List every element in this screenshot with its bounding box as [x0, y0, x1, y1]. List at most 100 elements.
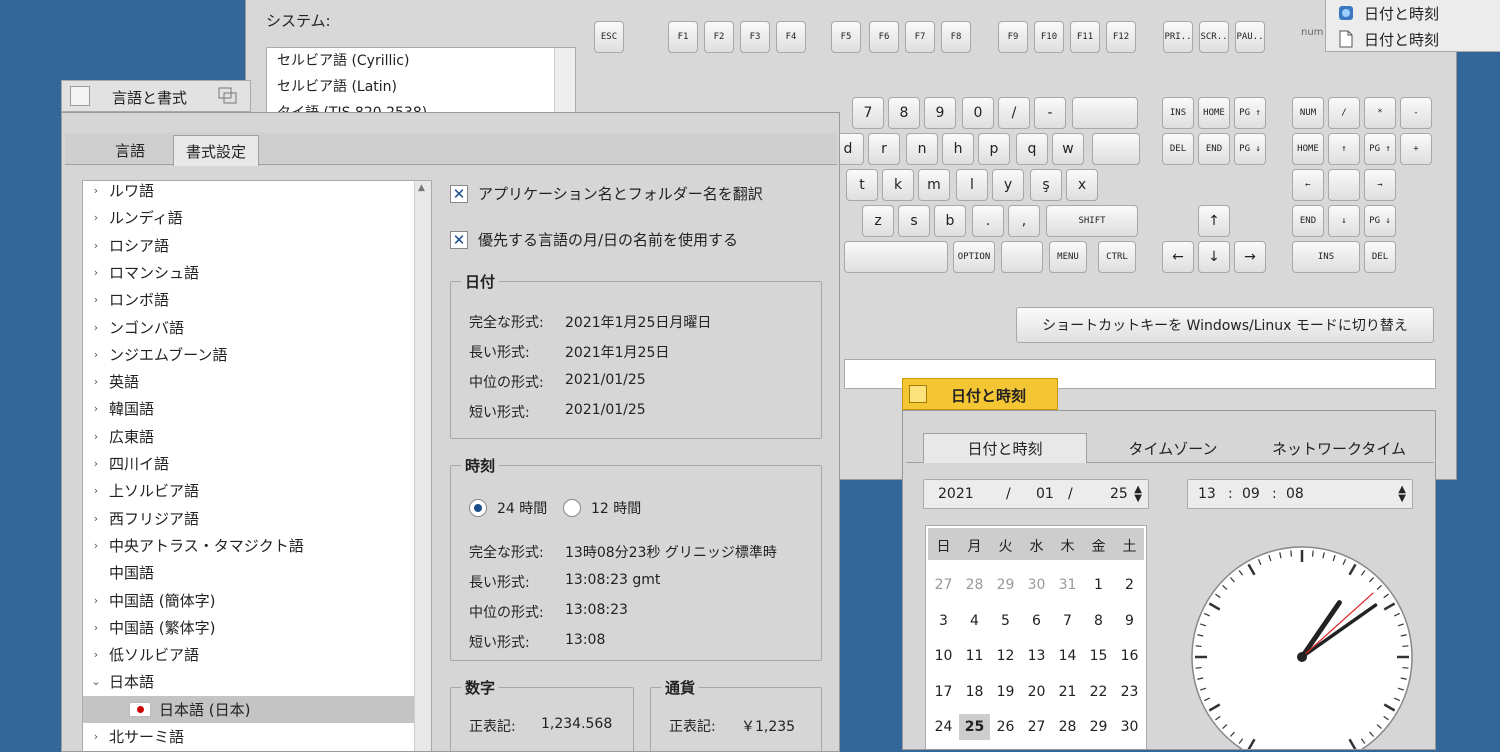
keyboard-key[interactable]: F6: [869, 21, 899, 53]
keyboard-key[interactable]: -: [1034, 97, 1066, 129]
keyboard-key[interactable]: 8: [888, 97, 920, 129]
numpad-key[interactable]: DEL: [1364, 241, 1396, 273]
list-item[interactable]: › ロシア語: [83, 232, 417, 259]
list-item[interactable]: 中国語: [83, 559, 417, 586]
tab-formatting[interactable]: 書式設定: [173, 135, 259, 166]
calendar-day[interactable]: 26: [990, 714, 1021, 740]
date-day[interactable]: 25: [1110, 486, 1128, 502]
calendar-day[interactable]: 3: [928, 608, 959, 634]
keyboard-key[interactable]: F3: [740, 21, 770, 53]
system-layout-list[interactable]: セルビア語 (Cyrillic) セルビア語 (Latin) タイ語 (TIS …: [266, 47, 576, 117]
calendar-day[interactable]: 20: [1021, 679, 1052, 705]
numpad-key[interactable]: PG ↓: [1364, 205, 1396, 237]
date-spinner[interactable]: 2021 / 01 / 25 ▲ ▼: [923, 479, 1149, 509]
list-item[interactable]: › 広東語: [83, 423, 417, 450]
keyboard-key[interactable]: F5: [831, 21, 861, 53]
expand-arrow-icon[interactable]: ›: [83, 484, 109, 497]
calendar-day[interactable]: 17: [928, 679, 959, 705]
time-spinner[interactable]: 13 : 09 : 08 ▲ ▼: [1187, 479, 1413, 509]
keyboard-key[interactable]: ,: [1008, 205, 1040, 237]
expand-arrow-icon[interactable]: ›: [83, 730, 109, 743]
keyboard-key[interactable]: F10: [1034, 21, 1064, 53]
list-item[interactable]: › 中央アトラス・タマジクト語: [83, 532, 417, 559]
backspace-key[interactable]: [1072, 97, 1138, 129]
keyboard-key[interactable]: 7: [852, 97, 884, 129]
keyboard-key[interactable]: F4: [776, 21, 806, 53]
list-item[interactable]: › 韓国語: [83, 395, 417, 422]
calendar-day[interactable]: 10: [928, 643, 959, 669]
keyboard-key[interactable]: F7: [905, 21, 935, 53]
calendar-day[interactable]: 7: [1052, 608, 1083, 634]
space-key[interactable]: [844, 241, 948, 273]
calendar-day[interactable]: 29: [990, 572, 1021, 598]
zoom-icon[interactable]: [218, 87, 238, 105]
expand-arrow-icon[interactable]: ›: [83, 648, 109, 661]
expand-arrow-icon[interactable]: ›: [83, 375, 109, 388]
calendar-day[interactable]: 27: [928, 572, 959, 598]
calendar-day[interactable]: 1: [1083, 572, 1114, 598]
keyboard-key[interactable]: SCR..: [1199, 21, 1229, 53]
numpad-key[interactable]: -: [1400, 97, 1432, 129]
translate-names-checkbox-row[interactable]: ✕ アプリケーション名とフォルダー名を翻訳: [450, 183, 763, 204]
keyboard-key[interactable]: F9: [998, 21, 1028, 53]
numpad-key[interactable]: ↓: [1328, 205, 1360, 237]
calendar-day[interactable]: 5: [990, 608, 1021, 634]
list-item[interactable]: › 中国語 (繁体字): [83, 614, 417, 641]
tab-network-time[interactable]: ネットワークタイム: [1257, 433, 1421, 463]
spinner-arrows-icon[interactable]: ▲ ▼: [1134, 485, 1142, 504]
expand-arrow-icon[interactable]: ›: [83, 621, 109, 634]
keyboard-key[interactable]: l: [956, 169, 988, 201]
calendar-day[interactable]: 31: [1052, 572, 1083, 598]
keyboard-key[interactable]: 0: [962, 97, 994, 129]
language-list[interactable]: › ルワ語 › ルンディ語 › ロシア語 › ロマンシュ語 › ロンボ語 › ンゴンバ語 › ンジエムブー…: [82, 180, 432, 751]
list-item[interactable]: › 英語: [83, 368, 417, 395]
list-item[interactable]: › ロマンシュ語: [83, 259, 417, 286]
expand-arrow-icon[interactable]: ›: [83, 402, 109, 415]
tab-date-time[interactable]: 日付と時刻: [923, 433, 1087, 463]
keyboard-key[interactable]: t: [846, 169, 878, 201]
numpad-key[interactable]: +: [1400, 133, 1432, 165]
numpad-key[interactable]: PG ↑: [1364, 133, 1396, 165]
checkbox-checked-icon[interactable]: ✕: [450, 184, 468, 203]
keyboard-key[interactable]: 9: [924, 97, 956, 129]
list-item[interactable]: › ロンボ語: [83, 286, 417, 313]
system-list-scrollbar[interactable]: [554, 48, 575, 116]
expand-arrow-icon[interactable]: ›: [83, 293, 109, 306]
list-item[interactable]: › 四川イ語: [83, 450, 417, 477]
expand-arrow-icon[interactable]: ›: [83, 512, 109, 525]
keyboard-key[interactable]: END: [1198, 133, 1230, 165]
calendar-day[interactable]: 19: [990, 679, 1021, 705]
calendar-day[interactable]: 30: [1021, 572, 1052, 598]
keyboard-key[interactable]: PG ↓: [1234, 133, 1266, 165]
numpad-key[interactable]: HOME: [1292, 133, 1324, 165]
time-hour[interactable]: 13: [1198, 486, 1216, 502]
keyboard-key[interactable]: PRI..: [1163, 21, 1193, 53]
keyboard-key[interactable]: CTRL: [1098, 241, 1136, 273]
expand-arrow-icon[interactable]: ›: [83, 266, 109, 279]
calendar-day[interactable]: 12: [990, 643, 1021, 669]
radio-12h-row[interactable]: 12 時間: [563, 498, 641, 518]
list-item[interactable]: ⌄ 日本語: [83, 668, 417, 695]
numpad-key[interactable]: →: [1364, 169, 1396, 201]
calendar-day[interactable]: 23: [1114, 679, 1145, 705]
list-item[interactable]: セルビア語 (Cyrillic): [267, 48, 575, 74]
list-item[interactable]: › 西フリジア語: [83, 505, 417, 532]
keyboard-key[interactable]: PAU..: [1235, 21, 1265, 53]
keyboard-key[interactable]: ESC: [594, 21, 624, 53]
calendar-day[interactable]: 14: [1052, 643, 1083, 669]
menu-item-datetime-2[interactable]: 日付と時刻: [1326, 26, 1500, 52]
calendar-day[interactable]: 21: [1052, 679, 1083, 705]
list-item[interactable]: › 北サーミ語: [83, 723, 417, 750]
shift-key[interactable]: SHIFT: [1046, 205, 1138, 237]
numpad-key[interactable]: [1328, 169, 1360, 201]
calendar-day[interactable]: 6: [1021, 608, 1052, 634]
keyboard-key[interactable]: INS: [1162, 97, 1194, 129]
keyboard-key[interactable]: PG ↑: [1234, 97, 1266, 129]
enter-key[interactable]: [1092, 133, 1140, 165]
datetime-window-titlebar[interactable]: 日付と時刻: [902, 378, 1058, 410]
list-item[interactable]: セルビア語 (Latin): [267, 74, 575, 100]
calendar-day[interactable]: 30: [1114, 714, 1145, 740]
close-box[interactable]: [70, 86, 90, 106]
arrow-left-key[interactable]: ←: [1162, 241, 1194, 273]
calendar-day[interactable]: 16: [1114, 643, 1145, 669]
